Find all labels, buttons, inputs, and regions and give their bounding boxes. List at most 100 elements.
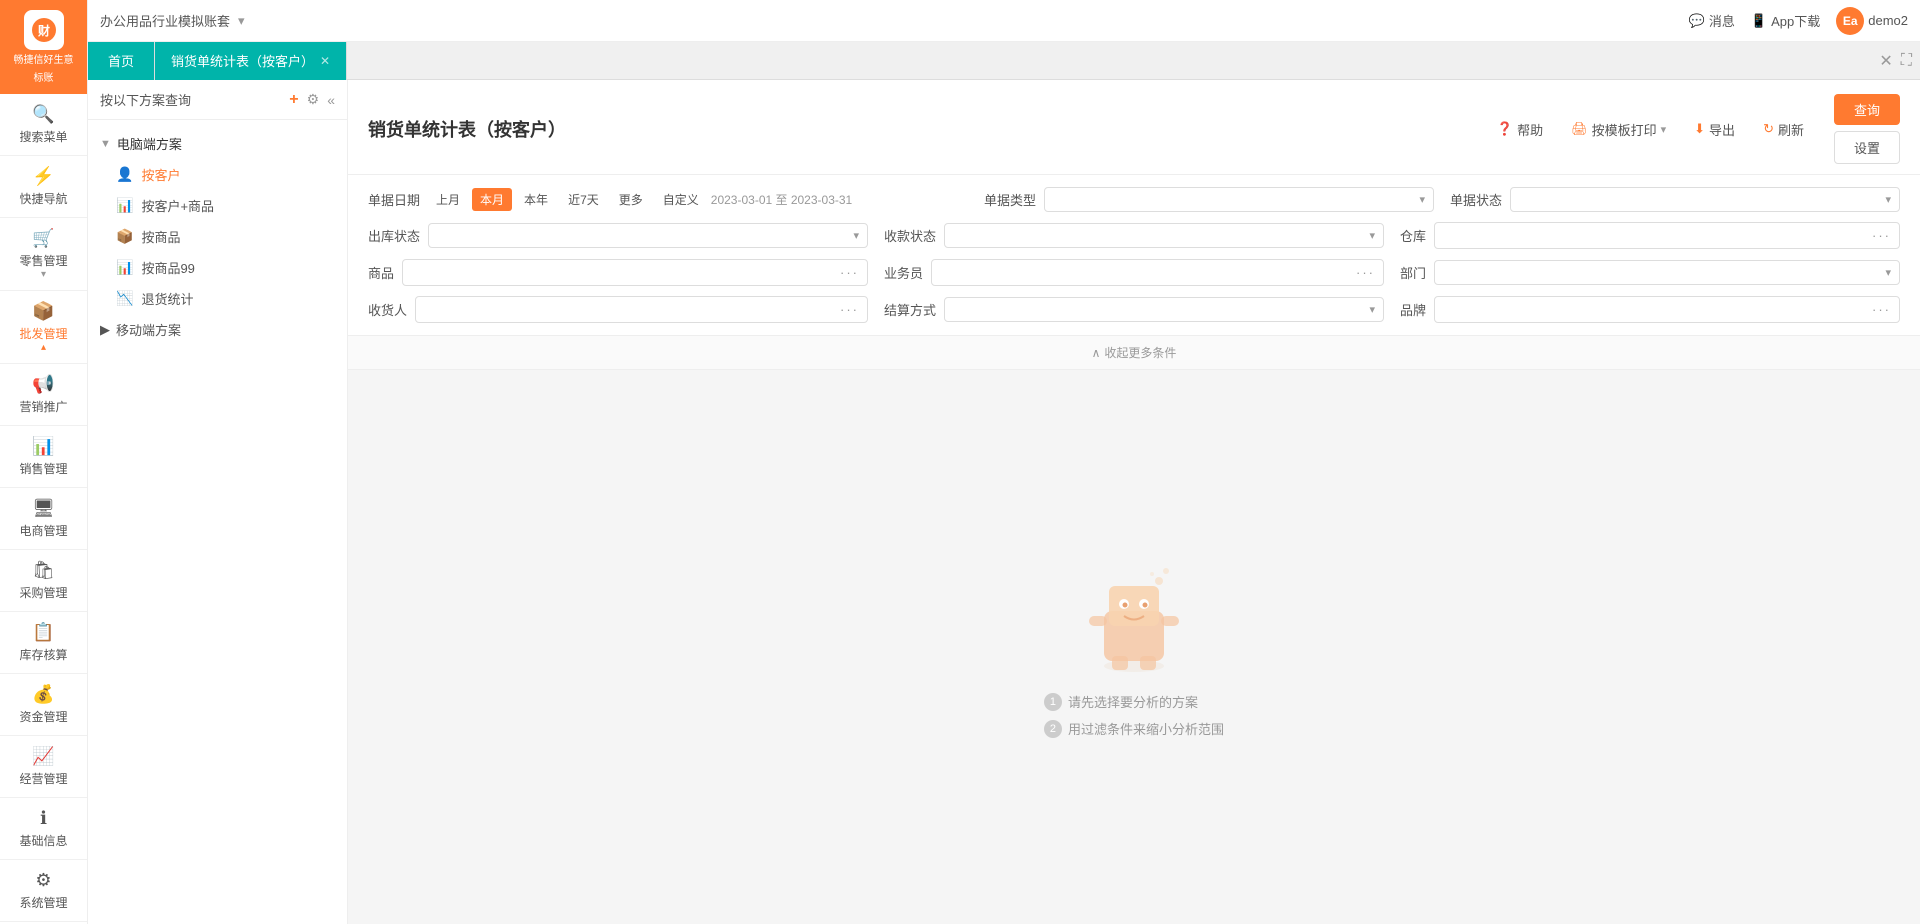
date-opt-last-month[interactable]: 上月: [428, 188, 468, 211]
sidebar-item-marketing[interactable]: 📢 营销推广: [0, 364, 87, 426]
settlement-dropdown-icon: ▾: [1369, 303, 1375, 316]
mobile-group-arrow: ▶: [100, 322, 110, 338]
window-maximize-btn[interactable]: ⛶: [1901, 52, 1912, 70]
payment-select[interactable]: ▾: [944, 223, 1384, 248]
date-opt-this-month[interactable]: 本月: [472, 188, 512, 211]
print-btn[interactable]: 🖨 按模板打印 ▾: [1563, 116, 1674, 143]
tree-item-by-customer[interactable]: 👤 按客户: [88, 159, 347, 190]
type-label: 单据类型: [984, 190, 1036, 209]
tree-item-by-customer-product[interactable]: 📊 按客户+商品: [88, 190, 347, 221]
sidebar-item-quick-nav[interactable]: ⚡ 快捷导航: [0, 156, 87, 218]
industry-dropdown-icon[interactable]: ▾: [238, 13, 245, 29]
filter-type: 单据类型 ▾: [984, 187, 1434, 212]
add-scheme-btn[interactable]: +: [289, 91, 298, 109]
tab-close-icon[interactable]: ✕: [320, 54, 330, 68]
tree-item-by-product[interactable]: 📦 按商品: [88, 221, 347, 252]
payment-dropdown-icon: ▾: [1369, 229, 1375, 242]
empty-tips: 1 请先选择要分析的方案 2 用过滤条件来缩小分析范围: [1044, 692, 1224, 738]
sidebar-item-operations[interactable]: 📈 经营管理: [0, 736, 87, 798]
date-opt-more[interactable]: 更多: [611, 188, 651, 211]
sidebar-item-sales[interactable]: 📊 销售管理: [0, 426, 87, 488]
ship-label: 出库状态: [368, 226, 420, 245]
sidebar-item-wholesale[interactable]: 📦 批发管理 ▴: [0, 291, 87, 364]
brand-select[interactable]: ···: [1434, 296, 1900, 323]
sidebar-item-operations-label: 经营管理: [19, 770, 67, 787]
collapse-row[interactable]: ∧ 收起更多条件: [348, 336, 1920, 370]
scheme-settings-icon[interactable]: ⚙: [307, 91, 320, 108]
product-select[interactable]: ···: [402, 259, 868, 286]
sidebar-item-basics[interactable]: ℹ 基础信息: [0, 798, 87, 860]
date-opt-custom[interactable]: 自定义: [655, 188, 707, 211]
settlement-label: 结算方式: [884, 300, 936, 319]
tab-home[interactable]: 首页: [88, 42, 155, 80]
query-btn[interactable]: 查询: [1834, 94, 1900, 125]
purchase-icon: 🛍: [32, 560, 55, 581]
left-panel-title: 按以下方案查询: [100, 90, 191, 109]
user-name: demo2: [1868, 13, 1908, 28]
tip-num-1: 1: [1044, 693, 1062, 711]
tree-item-return-stats[interactable]: 📉 退货统计: [88, 283, 347, 314]
quick-nav-icon: ⚡: [32, 166, 54, 187]
recipient-select[interactable]: ···: [415, 296, 868, 323]
logo-icon: 财: [24, 10, 64, 50]
sidebar-item-ecommerce[interactable]: 🖥 电商管理: [0, 488, 87, 550]
date-options: 上月 本月 本年 近7天 更多 自定义 2023-03-01 至 2023-03…: [428, 188, 852, 211]
print-icon: 🖨: [1571, 121, 1588, 137]
settings-btn[interactable]: 设置: [1834, 131, 1900, 164]
settlement-select[interactable]: ▾: [944, 297, 1384, 322]
filter-row-2: 出库状态 ▾ 收款状态 ▾ 仓库: [368, 222, 1900, 249]
left-panel-icons: + ⚙ «: [289, 91, 335, 109]
messages-label: 消息: [1709, 11, 1735, 30]
filter-salesperson: 业务员 ···: [884, 259, 1384, 286]
filter-product: 商品 ···: [368, 259, 868, 286]
recipient-label: 收货人: [368, 300, 407, 319]
search-icon: 🔍: [32, 104, 54, 125]
export-btn[interactable]: ⬇ 导出: [1686, 116, 1743, 143]
filter-date: 单据日期 上月 本月 本年 近7天 更多 自定义 2023-03-01 至 20…: [368, 188, 968, 211]
date-opt-7-days[interactable]: 近7天: [560, 188, 607, 211]
tab-sales-stat[interactable]: 销货单统计表（按客户） ✕: [155, 42, 347, 80]
tip-text-1: 请先选择要分析的方案: [1068, 692, 1198, 711]
filter-brand: 品牌 ···: [1400, 296, 1900, 323]
mobile-group-label: 移动端方案: [116, 320, 181, 339]
help-icon: ❓: [1497, 121, 1513, 137]
sidebar-item-retail[interactable]: 🛒 零售管理 ▾: [0, 218, 87, 291]
salesperson-select[interactable]: ···: [931, 259, 1384, 286]
sidebar-item-system[interactable]: ⚙ 系统管理: [0, 860, 87, 922]
collapse-label: 收起更多条件: [1104, 344, 1176, 361]
refresh-btn[interactable]: ↻ 刷新: [1755, 116, 1812, 143]
ship-select[interactable]: ▾: [428, 223, 868, 248]
status-select[interactable]: ▾: [1510, 187, 1900, 212]
left-panel: 按以下方案查询 + ⚙ « ▼ 电脑端方案 👤 按客户 📊: [88, 80, 348, 924]
by-customer-product-icon: 📊: [116, 197, 133, 214]
date-opt-this-year[interactable]: 本年: [516, 188, 556, 211]
desktop-group-label: 电脑端方案: [117, 134, 182, 153]
app-download-label: App下载: [1771, 11, 1820, 30]
user-menu[interactable]: Ea demo2: [1836, 7, 1908, 35]
app-download-btn[interactable]: 📱 App下载: [1751, 11, 1820, 30]
mobile-group-header[interactable]: ▶ 移动端方案: [88, 314, 347, 345]
sidebar-item-inventory[interactable]: 📋 库存核算: [0, 612, 87, 674]
svg-text:财: 财: [36, 23, 49, 38]
messages-btn[interactable]: 💬 消息: [1689, 11, 1735, 30]
collapse-panel-icon[interactable]: «: [327, 92, 335, 108]
export-icon: ⬇: [1694, 121, 1705, 137]
sidebar-item-finance[interactable]: 💰 资金管理: [0, 674, 87, 736]
refresh-label: 刷新: [1778, 120, 1804, 139]
dept-select[interactable]: ▾: [1434, 260, 1900, 285]
sidebar-item-search[interactable]: 🔍 搜索菜单: [0, 94, 87, 156]
message-icon: 💬: [1689, 13, 1705, 29]
retail-icon: 🛒: [32, 228, 54, 249]
tree-item-by-product-99[interactable]: 📊 按商品99: [88, 252, 347, 283]
page-actions: ❓ 帮助 🖨 按模板打印 ▾ ⬇ 导出 ↻ 刷新: [1489, 94, 1900, 164]
tab-sales-stat-label: 销货单统计表（按客户）: [171, 51, 314, 70]
type-select[interactable]: ▾: [1044, 187, 1434, 212]
salesperson-label: 业务员: [884, 263, 923, 282]
window-close-btn[interactable]: ✕: [1879, 51, 1892, 71]
topbar: 办公用品行业模拟账套 ▾ 💬 消息 📱 App下载 Ea demo2: [88, 0, 1920, 42]
warehouse-select[interactable]: ···: [1434, 222, 1900, 249]
help-btn[interactable]: ❓ 帮助: [1489, 116, 1551, 143]
desktop-group-header[interactable]: ▼ 电脑端方案: [88, 128, 347, 159]
filter-row-3: 商品 ··· 业务员 ··· 部门: [368, 259, 1900, 286]
sidebar-item-purchase[interactable]: 🛍 采购管理: [0, 550, 87, 612]
